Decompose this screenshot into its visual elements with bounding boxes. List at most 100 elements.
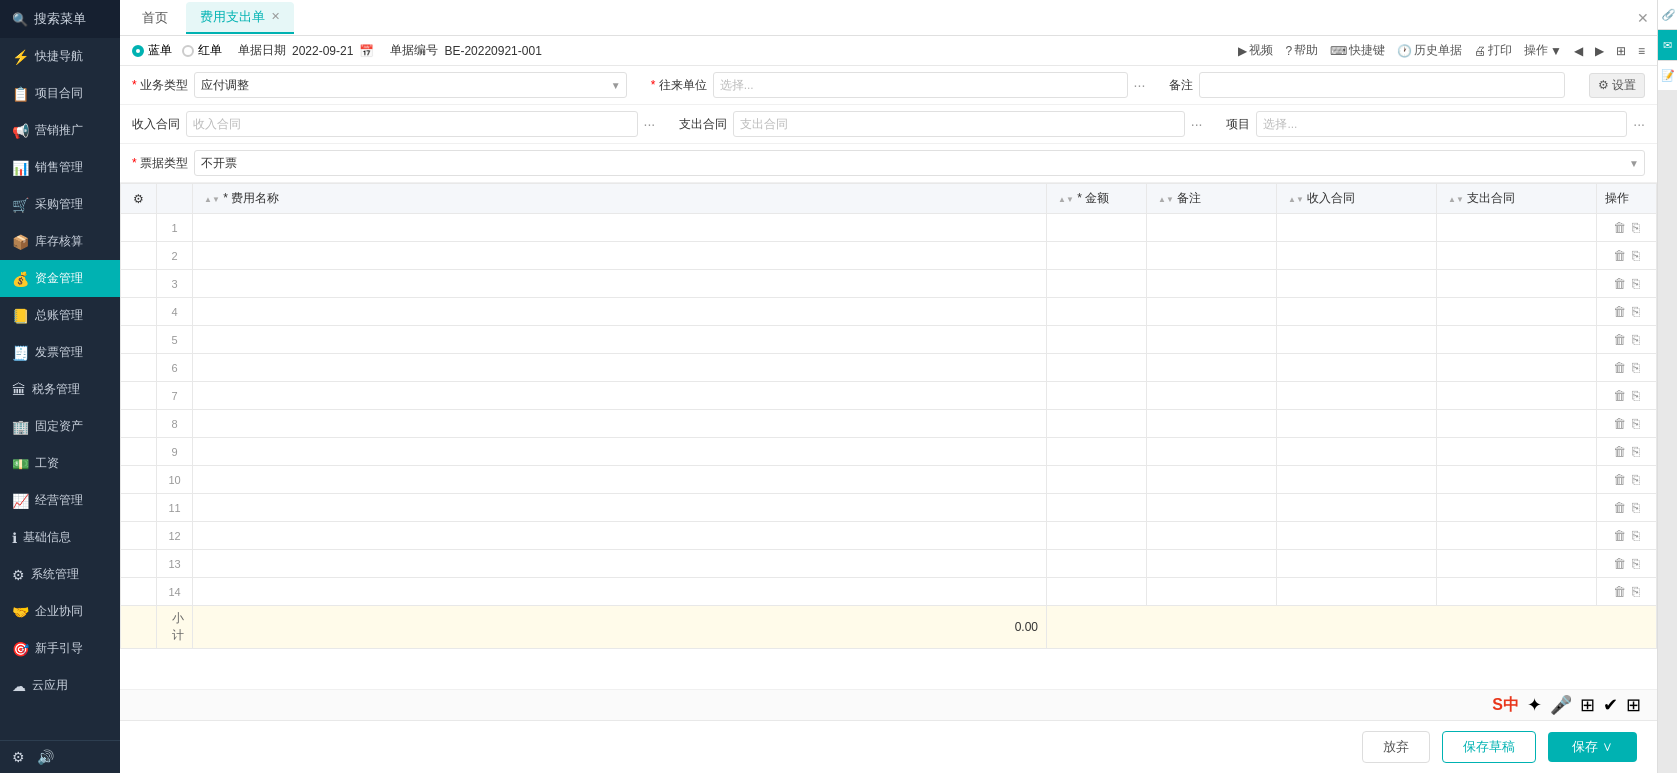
row-amount-cell[interactable] (1047, 214, 1147, 242)
row-income-contract-cell[interactable] (1277, 438, 1437, 466)
row-amount-cell[interactable] (1047, 522, 1147, 550)
row-amount-cell[interactable] (1047, 578, 1147, 606)
expense-contract-more-icon[interactable]: ··· (1191, 116, 1203, 132)
row-expense-contract-cell[interactable] (1437, 214, 1597, 242)
row-expense-name-cell[interactable] (193, 242, 1047, 270)
copy-row-icon[interactable]: ⎘ (1632, 416, 1640, 431)
sidebar-item-invoice[interactable]: 🧾 发票管理 (0, 334, 120, 371)
row-expense-name-cell[interactable] (193, 410, 1047, 438)
row-income-contract-cell[interactable] (1277, 466, 1437, 494)
row-expense-contract-cell[interactable] (1437, 326, 1597, 354)
close-window-icon[interactable]: ✕ (1637, 10, 1649, 26)
row-expense-name-cell[interactable] (193, 494, 1047, 522)
copy-row-icon[interactable]: ⎘ (1632, 220, 1640, 235)
row-note-cell[interactable] (1147, 270, 1277, 298)
tab-home[interactable]: 首页 (128, 3, 182, 33)
row-expense-contract-cell[interactable] (1437, 438, 1597, 466)
sidebar-item-project-contract[interactable]: 📋 项目合同 (0, 75, 120, 112)
row-income-contract-cell[interactable] (1277, 494, 1437, 522)
row-amount-cell[interactable] (1047, 298, 1147, 326)
copy-row-icon[interactable]: ⎘ (1632, 444, 1640, 459)
sidebar-item-quick-nav[interactable]: ⚡ 快捷导航 (0, 38, 120, 75)
project-more-icon[interactable]: ··· (1633, 116, 1645, 132)
delete-row-icon[interactable]: 🗑 (1613, 528, 1626, 543)
shortcuts-action[interactable]: ⌨ 快捷键 (1330, 42, 1385, 59)
row-expense-name-cell[interactable] (193, 578, 1047, 606)
note-input[interactable] (1199, 72, 1565, 98)
brand-apps-icon[interactable]: ⊞ (1626, 694, 1641, 716)
row-income-contract-cell[interactable] (1277, 410, 1437, 438)
copy-row-icon[interactable]: ⎘ (1632, 528, 1640, 543)
col-amount-header[interactable]: ▲▼ * 金额 (1047, 184, 1147, 214)
row-amount-cell[interactable] (1047, 382, 1147, 410)
copy-row-icon[interactable]: ⎘ (1632, 332, 1640, 347)
copy-row-icon[interactable]: ⎘ (1632, 388, 1640, 403)
row-amount-cell[interactable] (1047, 550, 1147, 578)
delete-row-icon[interactable]: 🗑 (1613, 276, 1626, 291)
project-input[interactable] (1256, 111, 1627, 137)
grid-view-icon[interactable]: ⊞ (1616, 44, 1626, 58)
delete-row-icon[interactable]: 🗑 (1613, 500, 1626, 515)
row-expense-contract-cell[interactable] (1437, 270, 1597, 298)
row-note-cell[interactable] (1147, 550, 1277, 578)
row-income-contract-cell[interactable] (1277, 326, 1437, 354)
col-expense-name-header[interactable]: ▲▼ * 费用名称 (193, 184, 1047, 214)
row-expense-contract-cell[interactable] (1437, 522, 1597, 550)
prev-icon[interactable]: ◀ (1574, 44, 1583, 58)
row-amount-cell[interactable] (1047, 438, 1147, 466)
print-action[interactable]: 🖨 打印 (1474, 42, 1512, 59)
radio-red-label[interactable]: 红单 (182, 42, 222, 59)
delete-row-icon[interactable]: 🗑 (1613, 304, 1626, 319)
sidebar-item-cloud[interactable]: ☁ 云应用 (0, 667, 120, 704)
right-panel-attach-icon[interactable]: 📎 (1658, 0, 1677, 30)
copy-row-icon[interactable]: ⎘ (1632, 248, 1640, 263)
list-view-icon[interactable]: ≡ (1638, 44, 1645, 58)
row-amount-cell[interactable] (1047, 326, 1147, 354)
income-contract-input[interactable] (186, 111, 638, 137)
row-expense-name-cell[interactable] (193, 550, 1047, 578)
row-expense-name-cell[interactable] (193, 354, 1047, 382)
partner-input[interactable] (713, 72, 1128, 98)
row-expense-name-cell[interactable] (193, 270, 1047, 298)
expense-contract-input[interactable] (733, 111, 1185, 137)
row-amount-cell[interactable] (1047, 466, 1147, 494)
delete-row-icon[interactable]: 🗑 (1613, 416, 1626, 431)
sidebar-item-inventory[interactable]: 📦 库存核算 (0, 223, 120, 260)
row-note-cell[interactable] (1147, 298, 1277, 326)
partner-more-icon[interactable]: ··· (1134, 77, 1146, 93)
row-expense-contract-cell[interactable] (1437, 242, 1597, 270)
row-income-contract-cell[interactable] (1277, 298, 1437, 326)
radio-blue-dot[interactable] (132, 45, 144, 57)
help-action[interactable]: ? 帮助 (1285, 42, 1318, 59)
sidebar-item-enterprise[interactable]: 🤝 企业协同 (0, 593, 120, 630)
row-amount-cell[interactable] (1047, 270, 1147, 298)
sidebar-item-payroll[interactable]: 💵 工资 (0, 445, 120, 482)
row-expense-name-cell[interactable] (193, 214, 1047, 242)
row-expense-contract-cell[interactable] (1437, 494, 1597, 522)
delete-row-icon[interactable]: 🗑 (1613, 360, 1626, 375)
sidebar-search[interactable]: 🔍 搜索菜单 (0, 0, 120, 38)
sidebar-item-tax[interactable]: 🏛 税务管理 (0, 371, 120, 408)
delete-row-icon[interactable]: 🗑 (1613, 332, 1626, 347)
row-income-contract-cell[interactable] (1277, 550, 1437, 578)
sidebar-item-ops[interactable]: 📈 经营管理 (0, 482, 120, 519)
col-settings-header[interactable]: ⚙ (121, 184, 157, 214)
row-expense-contract-cell[interactable] (1437, 410, 1597, 438)
brand-check-icon[interactable]: ✔ (1603, 694, 1618, 716)
copy-row-icon[interactable]: ⎘ (1632, 556, 1640, 571)
row-income-contract-cell[interactable] (1277, 522, 1437, 550)
delete-row-icon[interactable]: 🗑 (1613, 472, 1626, 487)
row-note-cell[interactable] (1147, 494, 1277, 522)
income-contract-more-icon[interactable]: ··· (644, 116, 656, 132)
col-expense-contract-header[interactable]: ▲▼ 支出合同 (1437, 184, 1597, 214)
right-panel-active-icon[interactable]: ✉ (1658, 30, 1677, 60)
col-note-header[interactable]: ▲▼ 备注 (1147, 184, 1277, 214)
sidebar-item-system[interactable]: ⚙ 系统管理 (0, 556, 120, 593)
sidebar-item-marketing[interactable]: 📢 营销推广 (0, 112, 120, 149)
history-action[interactable]: 🕐 历史单据 (1397, 42, 1462, 59)
delete-row-icon[interactable]: 🗑 (1613, 220, 1626, 235)
row-expense-contract-cell[interactable] (1437, 382, 1597, 410)
save-button[interactable]: 保存 ∨ (1548, 732, 1637, 762)
row-expense-contract-cell[interactable] (1437, 466, 1597, 494)
brand-grid-icon[interactable]: ⊞ (1580, 694, 1595, 716)
